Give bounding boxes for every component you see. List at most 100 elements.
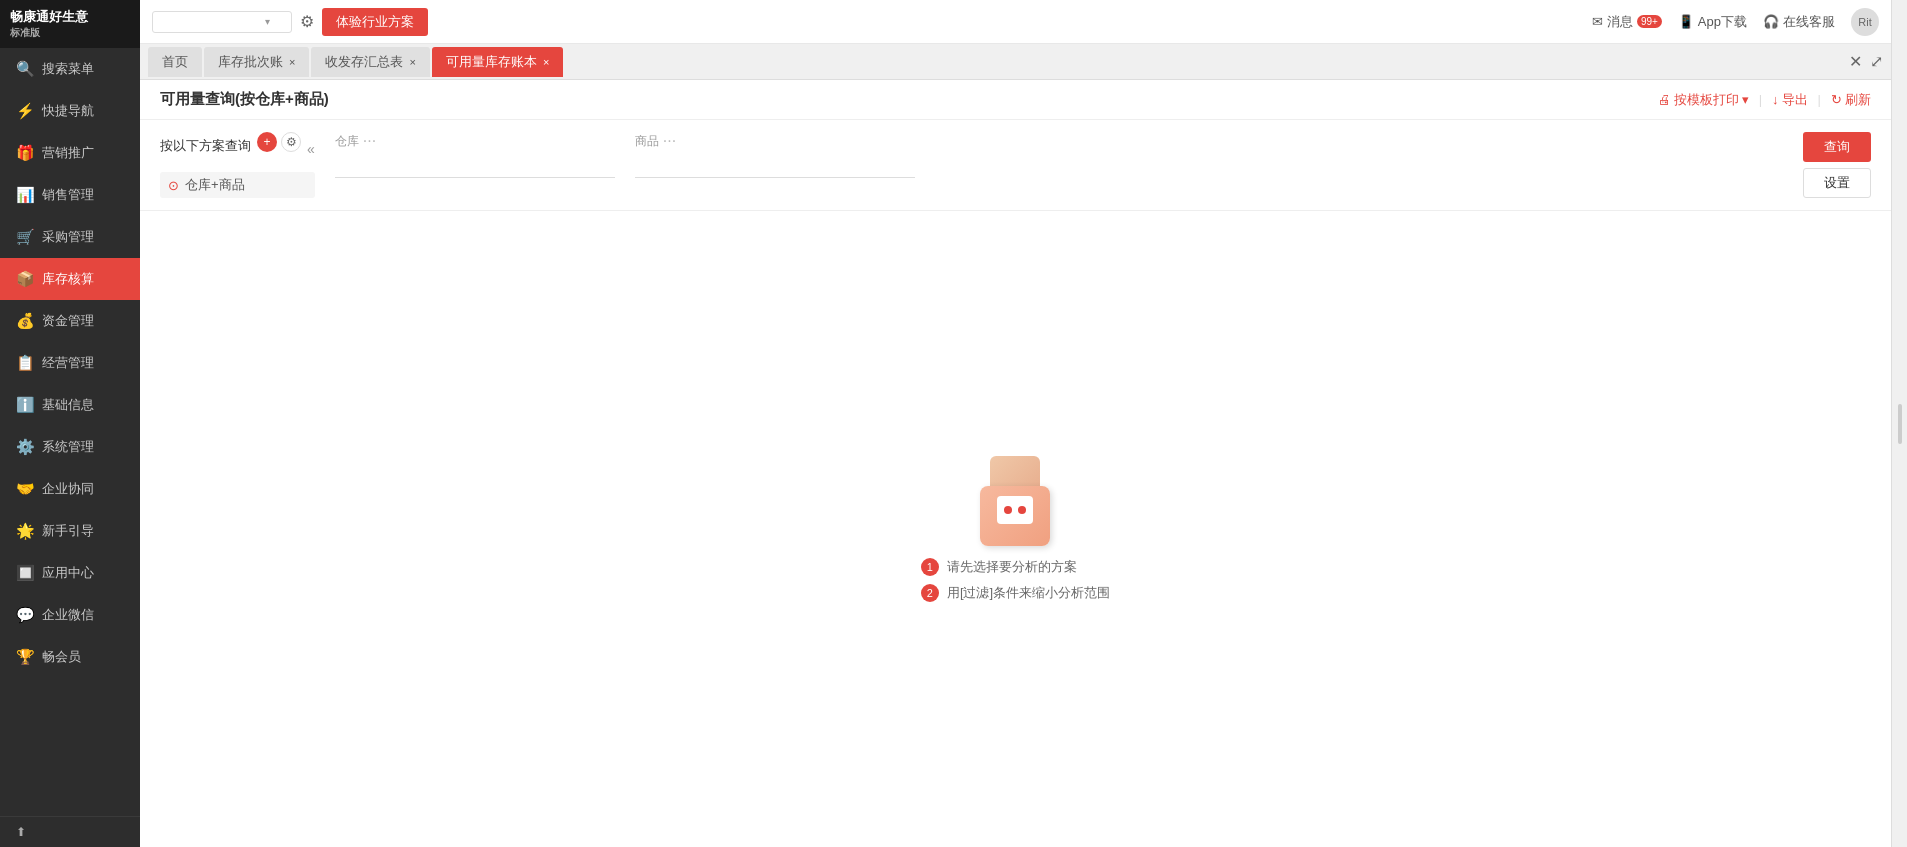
filter-title-label: 按以下方案查询 — [160, 137, 251, 155]
tab-available-ledger[interactable]: 可用量库存账本 × — [432, 47, 563, 77]
app-download-label: App下载 — [1698, 13, 1747, 31]
scheme-item-warehouse-goods[interactable]: ⊙ 仓库+商品 — [160, 172, 315, 198]
app-name: 畅康通好生意 — [10, 8, 88, 26]
sidebar-item-collab[interactable]: 🤝 企业协同 — [0, 468, 140, 510]
add-scheme-btn[interactable]: + — [257, 132, 277, 152]
goods-label: 商品 — [635, 133, 659, 150]
scheme-icon: ⊙ — [168, 178, 179, 193]
sidebar-item-member[interactable]: 🏆 畅会员 — [0, 636, 140, 678]
industry-btn[interactable]: 体验行业方案 — [322, 8, 428, 36]
robot-face — [997, 496, 1033, 524]
tab-label: 收发存汇总表 — [325, 53, 403, 71]
settings-button[interactable]: 设置 — [1803, 168, 1871, 198]
empty-illustration: 1 请先选择要分析的方案 2 用[过滤]条件来缩小分析范围 — [921, 456, 1110, 602]
sidebar-item-label: 应用中心 — [42, 564, 94, 582]
right-sidebar-handle[interactable] — [1891, 0, 1907, 847]
scheme-item-label: 仓库+商品 — [185, 176, 245, 194]
handle-bar — [1898, 404, 1902, 444]
refresh-btn[interactable]: ↻ 刷新 — [1831, 91, 1871, 109]
tab-close-all-btn[interactable]: ✕ — [1849, 52, 1862, 71]
export-label: 导出 — [1782, 91, 1808, 109]
quicknav-icon: ⚡ — [16, 102, 34, 120]
goods-more-icon[interactable]: ··· — [663, 132, 676, 150]
query-button[interactable]: 查询 — [1803, 132, 1871, 162]
print-label: 按模板打印 — [1674, 91, 1739, 109]
page-header-actions: 🖨 按模板打印 ▾ | ↓ 导出 | ↻ 刷新 — [1658, 91, 1871, 109]
tab-batch-ledger[interactable]: 库存批次账 × — [204, 47, 309, 77]
tab-summary[interactable]: 收发存汇总表 × — [311, 47, 429, 77]
member-icon: 🏆 — [16, 648, 34, 666]
phone-icon: 📱 — [1678, 14, 1694, 29]
tab-home[interactable]: 首页 — [148, 47, 202, 77]
sidebar-item-search[interactable]: 🔍 搜索菜单 — [0, 48, 140, 90]
user-area[interactable]: Rit — [1851, 8, 1879, 36]
tab-close-icon[interactable]: × — [543, 56, 549, 68]
robot-head — [990, 456, 1040, 486]
sidebar-item-quicknav[interactable]: ⚡ 快捷导航 — [0, 90, 140, 132]
tab-close-icon[interactable]: × — [289, 56, 295, 68]
print-chevron: ▾ — [1742, 92, 1749, 107]
robot-body — [980, 486, 1050, 546]
chevron-down-icon: ▾ — [265, 16, 270, 27]
goods-input[interactable] — [635, 154, 915, 178]
message-btn[interactable]: ✉ 消息 99+ — [1592, 13, 1662, 31]
tip-num-2: 2 — [921, 584, 939, 602]
sidebar-item-appcenter[interactable]: 🔲 应用中心 — [0, 552, 140, 594]
sidebar-item-inventory[interactable]: 📦 库存核算 — [0, 258, 140, 300]
export-btn[interactable]: ↓ 导出 — [1772, 91, 1808, 109]
warehouse-input[interactable] — [335, 154, 615, 178]
tab-maximize-btn[interactable]: ⤢ — [1870, 52, 1883, 71]
warehouse-more-icon[interactable]: ··· — [363, 132, 376, 150]
tab-close-icon[interactable]: × — [409, 56, 415, 68]
online-service-label: 在线客服 — [1783, 13, 1835, 31]
sidebar-item-management[interactable]: 📋 经营管理 — [0, 342, 140, 384]
robot-eye-left — [1004, 506, 1012, 514]
scheme-settings-btn[interactable]: ⚙ — [281, 132, 301, 152]
baseinfo-icon: ℹ️ — [16, 396, 34, 414]
tabs-bar: 首页 库存批次账 × 收发存汇总表 × 可用量库存账本 × ✕ ⤢ — [140, 44, 1891, 80]
divider: | — [1759, 92, 1762, 107]
search-input[interactable] — [161, 15, 261, 29]
robot-eye-right — [1018, 506, 1026, 514]
refresh-label: 刷新 — [1845, 91, 1871, 109]
sidebar-item-label: 资金管理 — [42, 312, 94, 330]
warehouse-row: 仓库 ··· — [335, 132, 615, 150]
main-area: ▾ ⚙ 体验行业方案 ✉ 消息 99+ 📱 App下载 🎧 在线客服 Rit — [140, 0, 1891, 847]
sidebar-item-label: 快捷导航 — [42, 102, 94, 120]
app-download-btn[interactable]: 📱 App下载 — [1678, 13, 1747, 31]
sidebar-item-label: 库存核算 — [42, 270, 94, 288]
sidebar-item-marketing[interactable]: 🎁 营销推广 — [0, 132, 140, 174]
management-icon: 📋 — [16, 354, 34, 372]
sidebar-item-label: 搜索菜单 — [42, 60, 94, 78]
message-label: 消息 — [1607, 13, 1633, 31]
warehouse-label: 仓库 — [335, 133, 359, 150]
sidebar-item-system[interactable]: ⚙️ 系统管理 — [0, 426, 140, 468]
search-wrapper[interactable]: ▾ — [152, 11, 292, 33]
sidebar-item-weixin[interactable]: 💬 企业微信 — [0, 594, 140, 636]
filter-icon-btns: + ⚙ — [257, 132, 301, 152]
guide-icon: 🌟 — [16, 522, 34, 540]
tabs-right: ✕ ⤢ — [1849, 52, 1883, 71]
print-btn[interactable]: 🖨 按模板打印 ▾ — [1658, 91, 1749, 109]
sales-icon: 📊 — [16, 186, 34, 204]
sidebar-item-label: 新手引导 — [42, 522, 94, 540]
online-service-btn[interactable]: 🎧 在线客服 — [1763, 13, 1835, 31]
collapse-icon[interactable]: « — [307, 141, 315, 157]
gear-icon[interactable]: ⚙ — [300, 12, 314, 31]
sidebar-item-guide[interactable]: 🌟 新手引导 — [0, 510, 140, 552]
sidebar-item-purchase[interactable]: 🛒 采购管理 — [0, 216, 140, 258]
sidebar-item-sales[interactable]: 📊 销售管理 — [0, 174, 140, 216]
sidebar-item-label: 系统管理 — [42, 438, 94, 456]
collab-icon: 🤝 — [16, 480, 34, 498]
user-label: Rit — [1858, 16, 1871, 28]
sidebar-item-label: 营销推广 — [42, 144, 94, 162]
sidebar-item-finance[interactable]: 💰 资金管理 — [0, 300, 140, 342]
system-icon: ⚙️ — [16, 438, 34, 456]
sidebar-item-base-info[interactable]: ℹ️ 基础信息 — [0, 384, 140, 426]
refresh-icon: ↻ — [1831, 92, 1842, 107]
weixin-icon: 💬 — [16, 606, 34, 624]
filter-actions: 查询 设置 — [1803, 132, 1871, 198]
finance-icon: 💰 — [16, 312, 34, 330]
sidebar-item-label: 经营管理 — [42, 354, 94, 372]
empty-tips: 1 请先选择要分析的方案 2 用[过滤]条件来缩小分析范围 — [921, 558, 1110, 602]
